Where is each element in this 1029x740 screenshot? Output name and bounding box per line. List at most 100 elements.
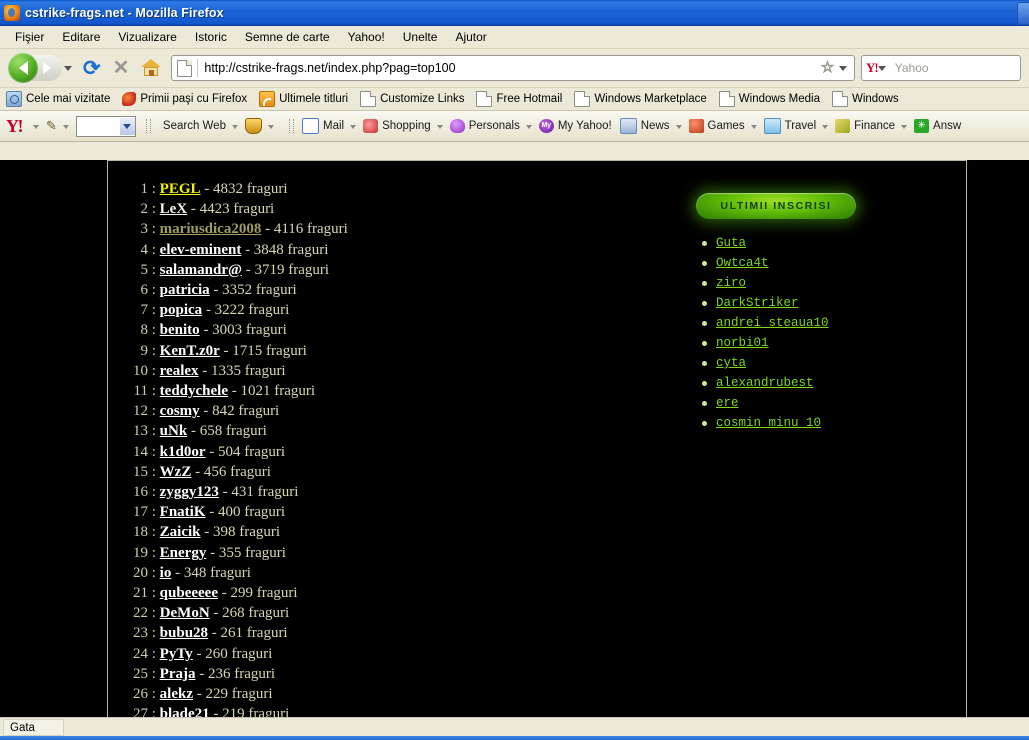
top100-player-link[interactable]: blade21 <box>160 706 210 717</box>
top100-player-link[interactable]: alekz <box>160 686 193 702</box>
yahoo-personals-button[interactable]: Personals <box>449 119 520 133</box>
top100-player-link[interactable]: mariusdica2008 <box>160 221 262 237</box>
top100-player-link[interactable]: Zaicik <box>160 524 201 540</box>
latest-member-link[interactable]: Owtca4t <box>716 256 769 270</box>
yahoo-mail-button[interactable]: Mail <box>301 118 344 134</box>
menu-item-unelte[interactable]: Unelte <box>394 28 447 46</box>
chevron-down-icon[interactable] <box>350 125 357 129</box>
chevron-down-icon[interactable] <box>839 65 847 71</box>
top100-player-link[interactable]: PEGL <box>160 181 201 197</box>
url-input[interactable]: http://cstrike-frags.net/index.php?pag=t… <box>204 61 820 75</box>
latest-member-item: alexandrubest <box>702 373 948 393</box>
chevron-down-icon[interactable] <box>231 125 238 129</box>
top100-player-link[interactable]: uNk <box>160 423 188 439</box>
yahoo-search-web-button[interactable]: Search Web <box>159 120 226 132</box>
top100-player-link[interactable]: io <box>160 565 172 581</box>
menu-item-editare[interactable]: Editare <box>53 28 109 46</box>
chevron-down-icon[interactable] <box>62 125 69 129</box>
yahoo-item-label: Personals <box>468 120 520 132</box>
latest-member-link[interactable]: Guta <box>716 236 746 250</box>
top100-player-link[interactable]: cosmy <box>160 403 200 419</box>
yahoo-answers-button[interactable]: ✳ Answ <box>914 119 961 133</box>
top100-player-link[interactable]: teddychele <box>160 383 228 399</box>
menu-item-vizualizare[interactable]: Vizualizare <box>109 28 185 46</box>
home-icon[interactable] <box>141 59 162 77</box>
top100-player-link[interactable]: LeX <box>160 201 188 217</box>
search-input[interactable]: Yahoo <box>895 61 929 75</box>
top100-player-link[interactable]: zyggy123 <box>160 484 219 500</box>
yahoo-search-logo-icon[interactable]: Y! <box>866 60 879 76</box>
menu-item-istoric[interactable]: Istoric <box>186 28 236 46</box>
top100-player-link[interactable]: KenT.z0r <box>160 343 220 359</box>
yahoo-logo-icon[interactable]: Y! <box>6 116 24 137</box>
latest-member-link[interactable]: cosmin_minu_10 <box>716 416 821 430</box>
top100-player-link[interactable]: salamandr@ <box>160 262 242 278</box>
top100-player-link[interactable]: benito <box>160 322 200 338</box>
window-controls[interactable] <box>1017 2 1029 25</box>
back-arrow-icon[interactable] <box>8 53 38 83</box>
top100-player-link[interactable]: FnatiK <box>160 504 206 520</box>
top100-player-link[interactable]: bubu28 <box>160 625 208 641</box>
latest-member-link[interactable]: ziro <box>716 276 746 290</box>
yahoo-news-button[interactable]: News <box>619 118 670 134</box>
pencil-icon[interactable]: ✎ <box>46 118 57 134</box>
menu-item-semne-de-carte[interactable]: Semne de carte <box>236 28 339 46</box>
chevron-down-icon[interactable] <box>267 125 274 129</box>
history-dropdown-icon[interactable] <box>64 65 72 71</box>
bookmark-star-icon[interactable]: ☆ <box>820 60 835 76</box>
bookmark-free-hotmail[interactable]: Free Hotmail <box>476 91 562 107</box>
yahoo-shopping-button[interactable]: Shopping <box>363 119 431 133</box>
chevron-down-icon[interactable] <box>750 125 757 129</box>
chevron-down-icon[interactable] <box>901 125 908 129</box>
latest-member-link[interactable]: norbi01 <box>716 336 769 350</box>
top100-player-link[interactable]: elev-eminent <box>160 242 242 258</box>
top100-player-link[interactable]: k1d0or <box>160 444 206 460</box>
yahoo-search-combo[interactable] <box>75 115 136 137</box>
top100-player-link[interactable]: popica <box>160 302 203 318</box>
top100-player-link[interactable]: DeMoN <box>160 605 210 621</box>
page-icon <box>718 91 735 107</box>
menu-item-fisier[interactable]: Fişier <box>6 28 53 46</box>
menu-item-ajutor[interactable]: Ajutor <box>446 28 495 46</box>
yahoo-games-button[interactable]: Games <box>688 119 745 133</box>
latest-member-link[interactable]: cyta <box>716 356 746 370</box>
top100-player-link[interactable]: qubeeeee <box>160 585 218 601</box>
yahoo-travel-button[interactable]: Travel <box>763 118 816 134</box>
top100-player-link[interactable]: patricia <box>160 282 210 298</box>
toolbar-grip[interactable] <box>145 119 151 133</box>
chevron-down-icon[interactable] <box>525 125 532 129</box>
bookmark-cele-mai-vizitate[interactable]: Cele mai vizitate <box>6 91 110 107</box>
search-engine-chevron-icon[interactable] <box>877 65 886 71</box>
yahoo-my-yahoo-button[interactable]: My My Yahoo! <box>538 119 612 133</box>
bookmark-ultimele-titluri[interactable]: Ultimele titluri <box>259 91 348 107</box>
bookmark-customize-links[interactable]: Customize Links <box>360 91 464 107</box>
latest-member-link[interactable]: andrei_steaua10 <box>716 316 829 330</box>
latest-member-link[interactable]: ere <box>716 396 739 410</box>
top100-player-link[interactable]: PyTy <box>160 646 193 662</box>
chevron-down-icon[interactable] <box>33 125 39 129</box>
minimize-button[interactable] <box>1017 2 1029 25</box>
yahoo-finance-button[interactable]: Finance <box>835 119 895 133</box>
top100-player-link[interactable]: Praja <box>160 666 196 682</box>
bullet-icon <box>702 320 707 326</box>
address-bar[interactable]: http://cstrike-frags.net/index.php?pag=t… <box>171 55 855 81</box>
top100-player-link[interactable]: Energy <box>160 545 207 561</box>
top100-player-link[interactable]: realex <box>160 363 199 379</box>
bookmark-windows-media[interactable]: Windows Media <box>718 91 820 107</box>
search-bar[interactable]: Y! Yahoo <box>861 55 1021 81</box>
bookmark-windows[interactable]: Windows <box>831 91 899 107</box>
bookmark-windows-marketplace[interactable]: Windows Marketplace <box>574 91 707 107</box>
yahoo-shield-button[interactable] <box>244 118 262 134</box>
chevron-down-icon[interactable] <box>436 125 443 129</box>
latest-member-link[interactable]: DarkStriker <box>716 296 799 310</box>
reload-icon[interactable]: ⟳ <box>83 58 101 79</box>
menu-item-yahoo[interactable]: Yahoo! <box>339 28 394 46</box>
toolbar-grip[interactable] <box>288 119 294 133</box>
latest-member-link[interactable]: alexandrubest <box>716 376 814 390</box>
top100-player-link[interactable]: WzZ <box>160 464 192 480</box>
chevron-down-icon[interactable] <box>119 117 135 135</box>
top100-row: 9 : KenT.z0r - 1715 fraguri <box>126 341 688 361</box>
bookmark-primii-pasi[interactable]: Primii paşi cu Firefox <box>122 92 247 106</box>
chevron-down-icon[interactable] <box>822 125 829 129</box>
chevron-down-icon[interactable] <box>675 125 682 129</box>
